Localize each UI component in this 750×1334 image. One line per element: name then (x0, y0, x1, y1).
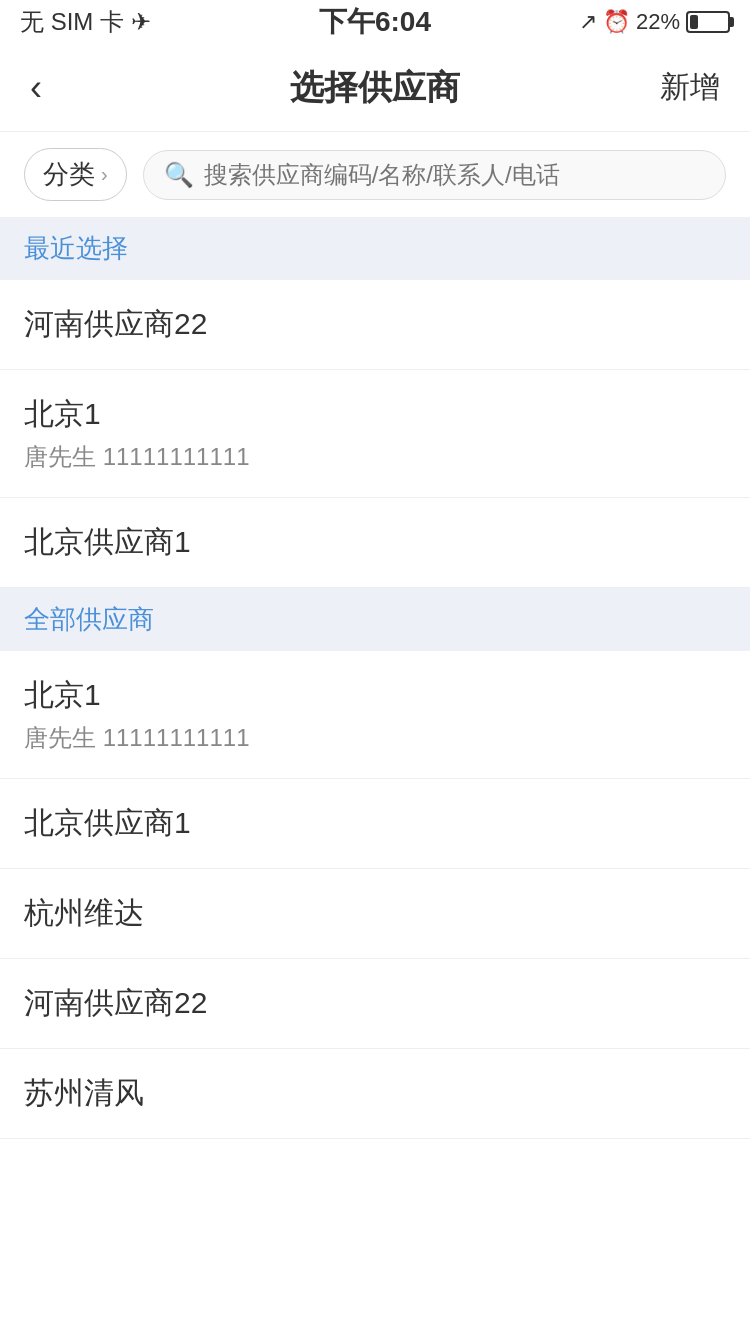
list-item[interactable]: 北京1 唐先生 11111111111 (0, 651, 750, 779)
nav-bar: ‹ 选择供应商 新增 (0, 44, 750, 132)
page-title: 选择供应商 (290, 65, 460, 111)
item-sub: 唐先生 11111111111 (24, 441, 726, 473)
battery-icon (686, 11, 730, 33)
list-item[interactable]: 杭州维达 (0, 869, 750, 959)
item-sub: 唐先生 11111111111 (24, 722, 726, 754)
list-item[interactable]: 北京供应商1 (0, 779, 750, 869)
status-right: ↗ ⏰ 22% (579, 9, 730, 35)
item-name: 北京供应商1 (24, 803, 726, 844)
chevron-right-icon: › (101, 163, 108, 186)
list-item[interactable]: 河南供应商22 (0, 959, 750, 1049)
item-name: 北京供应商1 (24, 522, 726, 563)
status-time: 下午6:04 (319, 3, 431, 41)
search-icon: 🔍 (164, 161, 194, 189)
list-item[interactable]: 河南供应商22 (0, 280, 750, 370)
recent-section-header: 最近选择 (0, 217, 750, 280)
battery-percent: 22% (636, 9, 680, 35)
search-input[interactable] (204, 161, 705, 189)
category-button[interactable]: 分类 › (24, 148, 127, 201)
status-left: 无 SIM 卡 ✈ (20, 6, 151, 38)
filter-bar: 分类 › 🔍 (0, 132, 750, 217)
recent-list: 河南供应商22 北京1 唐先生 11111111111 北京供应商1 (0, 280, 750, 588)
item-name: 北京1 (24, 675, 726, 716)
battery-fill (690, 15, 698, 29)
item-name: 杭州维达 (24, 893, 726, 934)
item-name: 河南供应商22 (24, 983, 726, 1024)
list-item[interactable]: 北京供应商1 (0, 498, 750, 588)
all-section-header: 全部供应商 (0, 588, 750, 651)
status-bar: 无 SIM 卡 ✈ 下午6:04 ↗ ⏰ 22% (0, 0, 750, 44)
category-label: 分类 (43, 157, 95, 192)
item-name: 河南供应商22 (24, 304, 726, 345)
list-item[interactable]: 苏州清风 (0, 1049, 750, 1139)
item-name: 北京1 (24, 394, 726, 435)
back-button[interactable]: ‹ (30, 67, 90, 109)
item-name: 苏州清风 (24, 1073, 726, 1114)
all-list: 北京1 唐先生 11111111111 北京供应商1 杭州维达河南供应商22 苏州清风 (0, 651, 750, 1139)
add-button[interactable]: 新增 (660, 67, 720, 108)
search-box: 🔍 (143, 150, 726, 200)
list-item[interactable]: 北京1 唐先生 11111111111 (0, 370, 750, 498)
alarm-icon: ⏰ (603, 9, 630, 35)
sim-status: 无 SIM 卡 ✈ (20, 6, 151, 38)
location-icon: ↗ (579, 9, 597, 35)
